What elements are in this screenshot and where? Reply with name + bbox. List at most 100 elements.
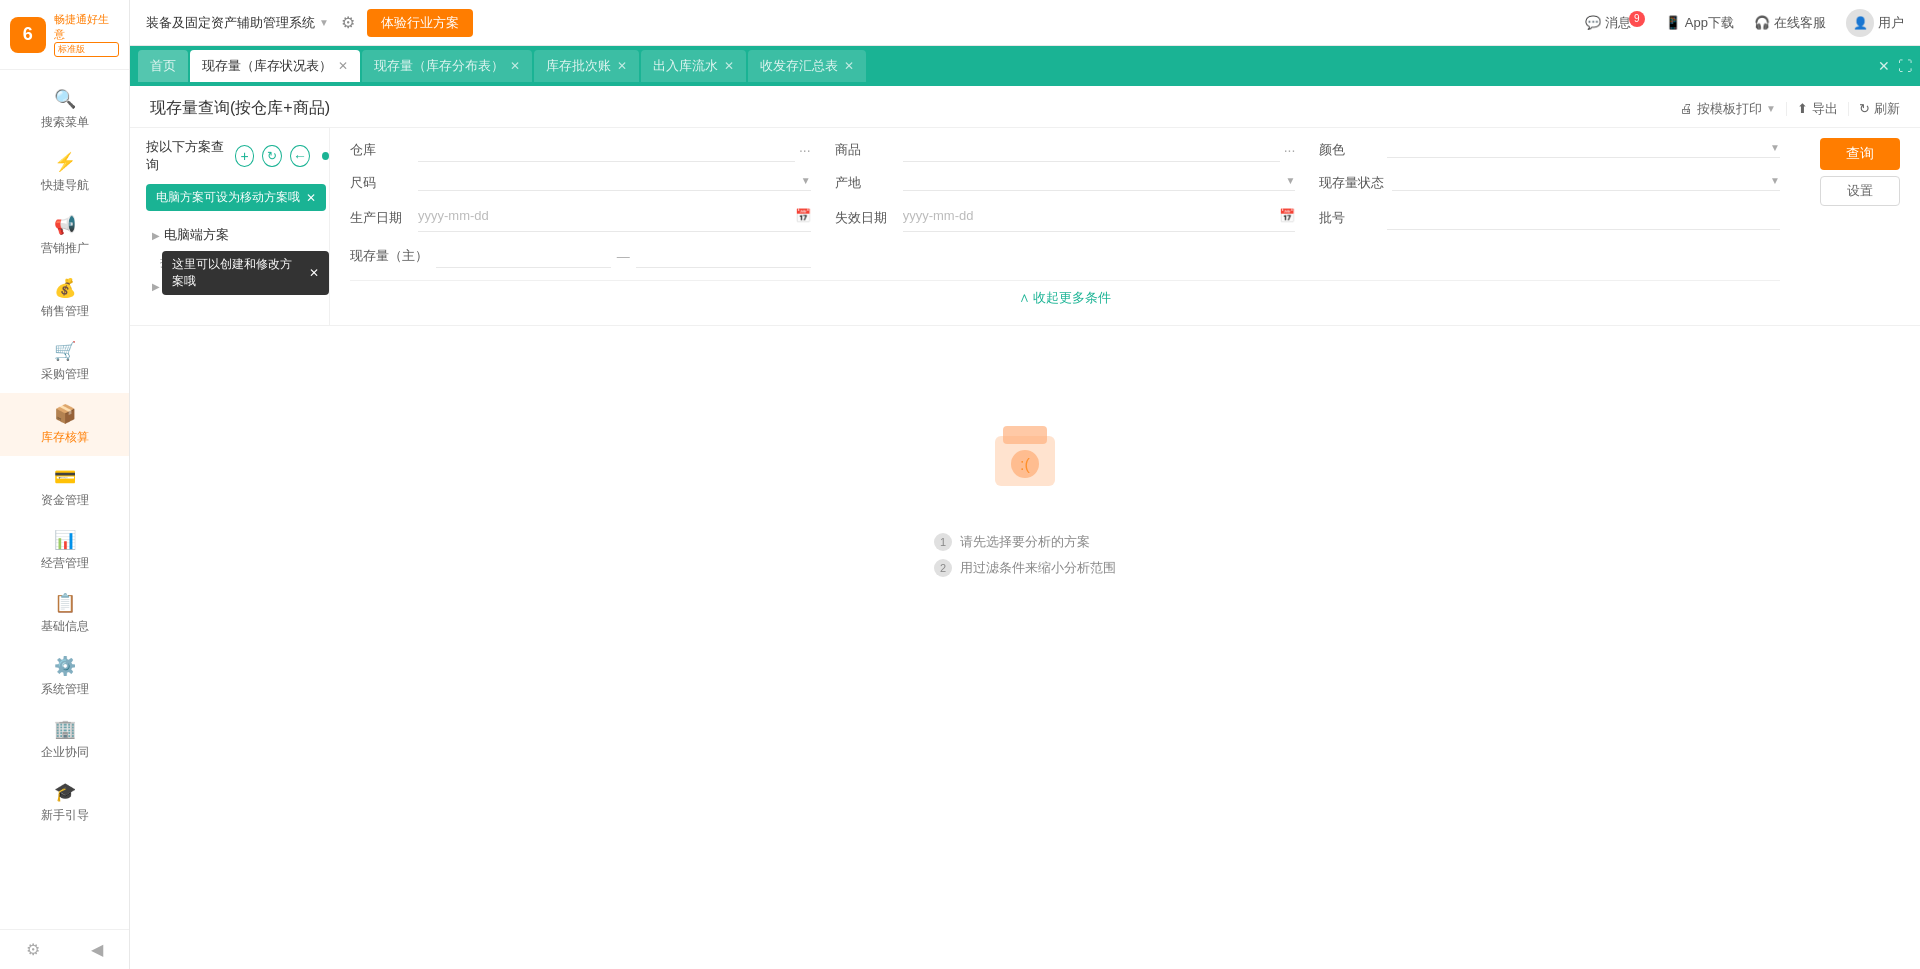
production-date-label: 生产日期 — [350, 209, 410, 227]
expiry-date-calendar-icon[interactable]: 📅 — [1279, 208, 1295, 223]
logo-icon: 6 — [10, 17, 46, 53]
empty-icon: :( — [975, 406, 1075, 509]
tab-inventory-dist-close[interactable]: ✕ — [510, 59, 520, 73]
filter-row4: 现存量（主） — — [350, 244, 1780, 268]
tab-close-all-icon[interactable]: ✕ — [1878, 58, 1890, 74]
logo-title: 畅捷通好生意 — [54, 12, 119, 42]
header-left: 装备及固定资产辅助管理系统 ▼ ⚙ 体验行业方案 — [146, 9, 473, 37]
expiry-date-wrap: 📅 — [903, 204, 1296, 232]
collapse-button[interactable]: ∧ 收起更多条件 — [350, 280, 1780, 315]
enterprise-icon: 🏢 — [54, 718, 76, 740]
tab-inout-close[interactable]: ✕ — [724, 59, 734, 73]
header-right: 💬 消息 9 📱 App下载 🎧 在线客服 👤 用户 — [1585, 9, 1904, 37]
tab-inout[interactable]: 出入库流水 ✕ — [641, 50, 746, 82]
origin-select-wrap[interactable]: ▼ — [903, 175, 1296, 191]
collapse-sidebar-icon[interactable]: ◀ — [91, 940, 103, 959]
search-button[interactable]: 查询 — [1820, 138, 1900, 170]
guide-icon: 🎓 — [54, 781, 76, 803]
warehouse-more-icon[interactable]: ··· — [799, 142, 811, 158]
sidebar-item-quick[interactable]: ⚡ 快捷导航 — [0, 141, 129, 204]
filter-field-warehouse: 仓库 ··· — [350, 138, 811, 162]
expiry-date-label: 失效日期 — [835, 209, 895, 227]
settings-bottom-icon[interactable]: ⚙ — [26, 940, 40, 959]
expiry-date-input[interactable] — [903, 204, 1276, 227]
online-service-label: 在线客服 — [1774, 14, 1826, 32]
stock-status-select-wrap[interactable]: ▼ — [1392, 175, 1780, 191]
sidebar-item-marketing[interactable]: 📢 营销推广 — [0, 204, 129, 267]
sidebar-item-label: 采购管理 — [41, 366, 89, 383]
goods-more-icon[interactable]: ··· — [1284, 142, 1296, 158]
refresh-scheme-button[interactable]: ↻ — [262, 145, 282, 167]
stock-main-max[interactable] — [636, 244, 811, 268]
batch-input[interactable] — [1387, 206, 1780, 230]
service-icon: 🎧 — [1754, 15, 1770, 30]
print-button[interactable]: 🖨 按模板打印 ▼ — [1680, 100, 1776, 118]
tab-collect-label: 收发存汇总表 — [760, 57, 838, 75]
online-service-button[interactable]: 🎧 在线客服 — [1754, 14, 1826, 32]
scheme-tooltip1-close[interactable]: ✕ — [306, 191, 316, 205]
reset-button[interactable]: 设置 — [1820, 176, 1900, 206]
inventory-icon: 📦 — [54, 403, 76, 425]
export-button[interactable]: ⬆ 导出 — [1797, 100, 1838, 118]
tab-inventory-dist[interactable]: 现存量（库存分布表） ✕ — [362, 50, 532, 82]
user-button[interactable]: 👤 用户 — [1846, 9, 1904, 37]
sidebar-item-label: 搜索菜单 — [41, 114, 89, 131]
page-actions: 🖨 按模板打印 ▼ ⬆ 导出 ↻ 刷新 — [1680, 100, 1900, 118]
finance-icon: 💳 — [54, 466, 76, 488]
tab-inventory-status-label: 现存量（库存状况表） — [202, 57, 332, 75]
page-title-bar: 现存量查询(按仓库+商品) 🖨 按模板打印 ▼ ⬆ 导出 ↻ — [130, 86, 1920, 128]
export-label: 导出 — [1812, 100, 1838, 118]
sidebar-item-purchase[interactable]: 🛒 采购管理 — [0, 330, 129, 393]
page-inner: 现存量查询(按仓库+商品) 🖨 按模板打印 ▼ ⬆ 导出 ↻ — [130, 86, 1920, 969]
scheme-tooltip1: 电脑方案可设为移动方案哦 ✕ — [146, 184, 326, 211]
scheme-tooltip2-close[interactable]: ✕ — [309, 266, 319, 280]
add-scheme-button[interactable]: + — [235, 145, 255, 167]
tab-home[interactable]: 首页 — [138, 50, 188, 82]
sidebar-item-finance[interactable]: 💳 资金管理 — [0, 456, 129, 519]
production-date-calendar-icon[interactable]: 📅 — [795, 208, 811, 223]
app-download-button[interactable]: 📱 App下载 — [1665, 14, 1734, 32]
message-button[interactable]: 💬 消息 9 — [1585, 14, 1645, 32]
tab-inventory-status-close[interactable]: ✕ — [338, 59, 348, 73]
sidebar-item-sales[interactable]: 💰 销售管理 — [0, 267, 129, 330]
stock-main-min[interactable] — [436, 244, 611, 268]
tab-batch[interactable]: 库存批次账 ✕ — [534, 50, 639, 82]
color-select-wrap[interactable]: ▼ — [1387, 142, 1780, 158]
industry-button[interactable]: 体验行业方案 — [367, 9, 473, 37]
tab-collect[interactable]: 收发存汇总表 ✕ — [748, 50, 866, 82]
quick-icon: ⚡ — [54, 151, 76, 173]
stock-main-range: — — [436, 244, 811, 268]
sales-icon: 💰 — [54, 277, 76, 299]
sidebar-item-operations[interactable]: 📊 经营管理 — [0, 519, 129, 582]
sidebar-item-inventory[interactable]: 📦 库存核算 — [0, 393, 129, 456]
sidebar-item-system[interactable]: ⚙️ 系统管理 — [0, 645, 129, 708]
gear-button[interactable]: ⚙ — [341, 13, 355, 32]
tab-collect-close[interactable]: ✕ — [844, 59, 854, 73]
sidebar-item-label: 基础信息 — [41, 618, 89, 635]
sidebar-item-label: 企业协同 — [41, 744, 89, 761]
filter-field-origin: 产地 ▼ — [835, 174, 1296, 192]
tip2-num: 2 — [934, 559, 952, 577]
filter-label: 按以下方案查询 — [146, 138, 227, 174]
tab-fullscreen-icon[interactable]: ⛶ — [1898, 58, 1912, 74]
sidebar-item-basic[interactable]: 📋 基础信息 — [0, 582, 129, 645]
back-button[interactable]: ← — [290, 145, 310, 167]
message-label: 消息 — [1605, 14, 1631, 32]
goods-input[interactable] — [903, 138, 1280, 162]
sidebar-item-enterprise[interactable]: 🏢 企业协同 — [0, 708, 129, 771]
tab-inventory-status[interactable]: 现存量（库存状况表） ✕ — [190, 50, 360, 82]
system-name-dropdown[interactable]: 装备及固定资产辅助管理系统 ▼ — [146, 14, 329, 32]
sidebar-item-guide[interactable]: 🎓 新手引导 — [0, 771, 129, 834]
tree-item-pc[interactable]: ▶ 电脑端方案 — [146, 223, 329, 247]
filter-content-area: 按以下方案查询 + ↻ ← 电脑方案可设为移动方案哦 ✕ — [130, 128, 1920, 325]
production-date-input[interactable] — [418, 204, 791, 227]
tree-item-pc-label: 电脑端方案 — [164, 226, 229, 244]
print-label: 按模板打印 — [1697, 100, 1762, 118]
refresh-button[interactable]: ↻ 刷新 — [1859, 100, 1900, 118]
sidebar-item-search[interactable]: 🔍 搜索菜单 — [0, 78, 129, 141]
warehouse-input[interactable] — [418, 138, 795, 162]
size-select-wrap[interactable]: ▼ — [418, 175, 811, 191]
tab-batch-close[interactable]: ✕ — [617, 59, 627, 73]
tree-arrow-icon: ▶ — [152, 230, 160, 241]
size-dropdown-icon: ▼ — [801, 175, 811, 186]
